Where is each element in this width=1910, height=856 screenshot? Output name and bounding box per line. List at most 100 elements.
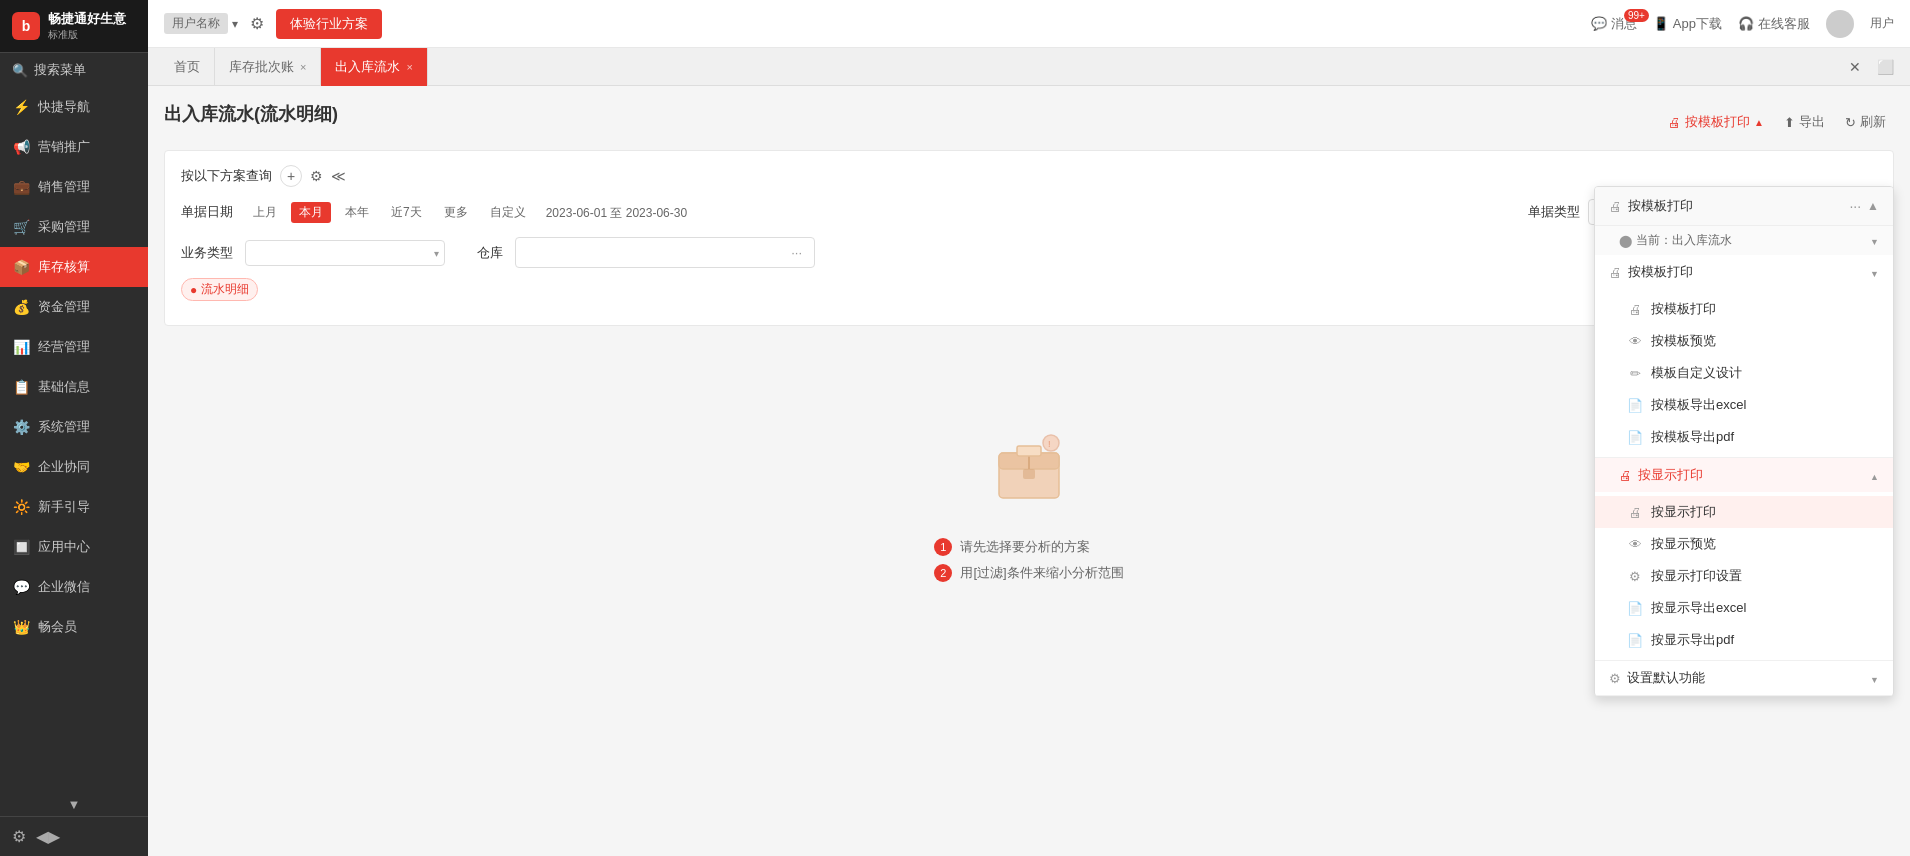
message-badge[interactable]: 💬 消息 99+	[1591, 15, 1637, 33]
logo-icon: b	[12, 12, 40, 40]
filter-gear-icon[interactable]: ⚙	[310, 168, 323, 184]
user-avatar[interactable]	[1826, 10, 1854, 38]
settings-icon[interactable]: ⚙	[12, 827, 26, 846]
print-panel: 🖨 按模板打印 ··· ▲ ⬤ 当前：出入库流水 🖨 按	[1594, 186, 1894, 697]
sidebar-item-app-center[interactable]: 🔲 应用中心	[0, 527, 148, 567]
default-setting-section: ⚙ 设置默认功能	[1595, 661, 1893, 696]
trial-button[interactable]: 体验行业方案	[276, 9, 382, 39]
current-chevron-down-icon[interactable]	[1870, 234, 1879, 248]
print-item-display-print[interactable]: 🖨 按显示打印	[1595, 496, 1893, 528]
display-settings-icon: ⚙	[1627, 568, 1643, 584]
display-print-content: 🖨 按显示打印 👁 按显示预览 ⚙ 按显示打印设置 📄 按显示导出excel	[1595, 492, 1893, 660]
online-service-link[interactable]: 🎧 在线客服	[1738, 15, 1810, 33]
biz-type-select-wrap	[245, 240, 445, 266]
template-print-content: 🖨 按模板打印 👁 按模板预览 ✏ 模板自定义设计 📄 按模板导出excel	[1595, 289, 1893, 457]
sidebar: b 畅捷通好生意 标准版 🔍 搜索菜单 ⚡ 快捷导航 📢 营销推广 💼 销售管理…	[0, 0, 148, 856]
sidebar-item-marketing[interactable]: 📢 营销推广	[0, 127, 148, 167]
nav-icon-inventory: 📦	[12, 258, 30, 276]
search-icon: 🔍	[12, 63, 28, 78]
filter-collapse-icon[interactable]: ≪	[331, 168, 346, 184]
warehouse-label: 仓库	[477, 244, 503, 262]
tab-close-batch-ledger[interactable]: ×	[300, 61, 306, 73]
print-item-template-preview[interactable]: 👁 按模板预览	[1595, 325, 1893, 357]
display-print-header[interactable]: 🖨 按显示打印	[1595, 458, 1893, 492]
date-tabs: 上月 本月 本年 近7天 更多 自定义	[245, 202, 534, 223]
biz-type-select[interactable]	[245, 240, 445, 266]
default-setting-section-icon: ⚙	[1609, 671, 1621, 686]
sidebar-search[interactable]: 🔍 搜索菜单	[0, 53, 148, 87]
app-download-link[interactable]: 📱 App下载	[1653, 15, 1722, 33]
header-right: 💬 消息 99+ 📱 App下载 🎧 在线客服 用户	[1591, 10, 1894, 38]
sidebar-item-quick-nav[interactable]: ⚡ 快捷导航	[0, 87, 148, 127]
empty-step-1: 1 请先选择要分析的方案	[934, 538, 1123, 556]
tabs-bar: 首页 库存批次账 × 出入库流水 × ✕ ⬜	[148, 48, 1910, 86]
sidebar-item-purchase[interactable]: 🛒 采购管理	[0, 207, 148, 247]
nav-icon-guide: 🔆	[12, 498, 30, 516]
tab-batch-ledger[interactable]: 库存批次账 ×	[215, 48, 321, 86]
sidebar-bottom: ⚙ ◀▶	[0, 816, 148, 856]
print-item-display-pdf[interactable]: 📄 按显示导出pdf	[1595, 624, 1893, 656]
header-gear-icon[interactable]: ⚙	[250, 14, 264, 33]
empty-steps: 1 请先选择要分析的方案 2 用[过滤]条件来缩小分析范围	[934, 538, 1123, 582]
print-item-template-print[interactable]: 🖨 按模板打印	[1595, 293, 1893, 325]
display-preview-icon: 👁	[1627, 536, 1643, 552]
sidebar-item-guide[interactable]: 🔆 新手引导	[0, 487, 148, 527]
empty-illustration: !	[979, 418, 1079, 518]
refresh-button[interactable]: ↻ 刷新	[1837, 109, 1894, 135]
tab-home[interactable]: 首页	[160, 48, 215, 86]
sidebar-item-inventory[interactable]: 📦 库存核算	[0, 247, 148, 287]
tab-flow[interactable]: 出入库流水 ×	[321, 48, 427, 86]
date-tab-current-year[interactable]: 本年	[337, 202, 377, 223]
display-excel-icon: 📄	[1627, 600, 1643, 616]
doc-type-label: 单据类型	[1528, 203, 1580, 221]
close-window-icon[interactable]: ✕	[1845, 57, 1865, 77]
date-tab-more[interactable]: 更多	[436, 202, 476, 223]
sidebar-item-enterprise[interactable]: 🤝 企业协同	[0, 447, 148, 487]
print-icon: 🖨	[1668, 115, 1681, 130]
nav-icon-basics: 📋	[12, 378, 30, 396]
warehouse-more-icon[interactable]: ···	[787, 243, 806, 262]
panel-more-button[interactable]: ···	[1849, 198, 1861, 214]
user-selector[interactable]: 用户名称 ▾	[164, 13, 238, 34]
sidebar-item-system[interactable]: ⚙️ 系统管理	[0, 407, 148, 447]
print-item-display-excel[interactable]: 📄 按显示导出excel	[1595, 592, 1893, 624]
export-button[interactable]: ⬆ 导出	[1776, 109, 1833, 135]
nav-icon-quick: ⚡	[12, 98, 30, 116]
filter-tag-item[interactable]: ● 流水明细	[181, 278, 258, 301]
export-icon: ⬆	[1784, 115, 1795, 130]
user-name-display: 用户	[1870, 15, 1894, 32]
print-template-button[interactable]: 🖨 按模板打印 ▲	[1660, 109, 1772, 135]
print-item-template-pdf[interactable]: 📄 按模板导出pdf	[1595, 421, 1893, 453]
tab-close-flow[interactable]: ×	[406, 61, 412, 73]
maximize-icon[interactable]: ⬜	[1873, 57, 1898, 77]
sidebar-item-sales[interactable]: 💼 销售管理	[0, 167, 148, 207]
print-item-template-excel[interactable]: 📄 按模板导出excel	[1595, 389, 1893, 421]
sidebar-item-operations[interactable]: 📊 经营管理	[0, 327, 148, 367]
sidebar-item-membership[interactable]: 👑 畅会员	[0, 607, 148, 647]
display-pdf-icon: 📄	[1627, 632, 1643, 648]
template-print-header[interactable]: 🖨 按模板打印	[1595, 255, 1893, 289]
print-item-display-settings[interactable]: ⚙ 按显示打印设置	[1595, 560, 1893, 592]
collapse-icon[interactable]: ◀▶	[36, 827, 60, 846]
default-setting-header[interactable]: ⚙ 设置默认功能	[1595, 661, 1893, 695]
display-print-icon: 🖨	[1627, 504, 1643, 520]
sidebar-item-basics[interactable]: 📋 基础信息	[0, 367, 148, 407]
sidebar-item-enterprise-wx[interactable]: 💬 企业微信	[0, 567, 148, 607]
svg-point-5	[1043, 435, 1059, 451]
date-tab-7days[interactable]: 近7天	[383, 202, 430, 223]
display-print-section: 🖨 按显示打印 🖨 按显示打印 👁 按显示预览 ⚙	[1595, 458, 1893, 661]
print-item-template-design[interactable]: ✏ 模板自定义设计	[1595, 357, 1893, 389]
sidebar-scroll-down[interactable]: ▼	[0, 793, 148, 816]
date-tab-custom[interactable]: 自定义	[482, 202, 534, 223]
template-design-icon: ✏	[1627, 365, 1643, 381]
date-tab-last-month[interactable]: 上月	[245, 202, 285, 223]
print-item-display-preview[interactable]: 👁 按显示预览	[1595, 528, 1893, 560]
date-tab-current-month[interactable]: 本月	[291, 202, 331, 223]
sidebar-item-finance[interactable]: 💰 资金管理	[0, 287, 148, 327]
add-filter-button[interactable]: +	[280, 165, 302, 187]
warehouse-input[interactable]	[524, 246, 787, 260]
nav-icon-purchase: 🛒	[12, 218, 30, 236]
panel-chevron-up-icon[interactable]: ▲	[1867, 199, 1879, 213]
toolbar-area: 出入库流水(流水明细) 🖨 按模板打印 ▲ ⬆ 导出 ↻ 刷新	[164, 102, 1894, 142]
header-left: 用户名称 ▾ ⚙ 体验行业方案	[164, 9, 382, 39]
